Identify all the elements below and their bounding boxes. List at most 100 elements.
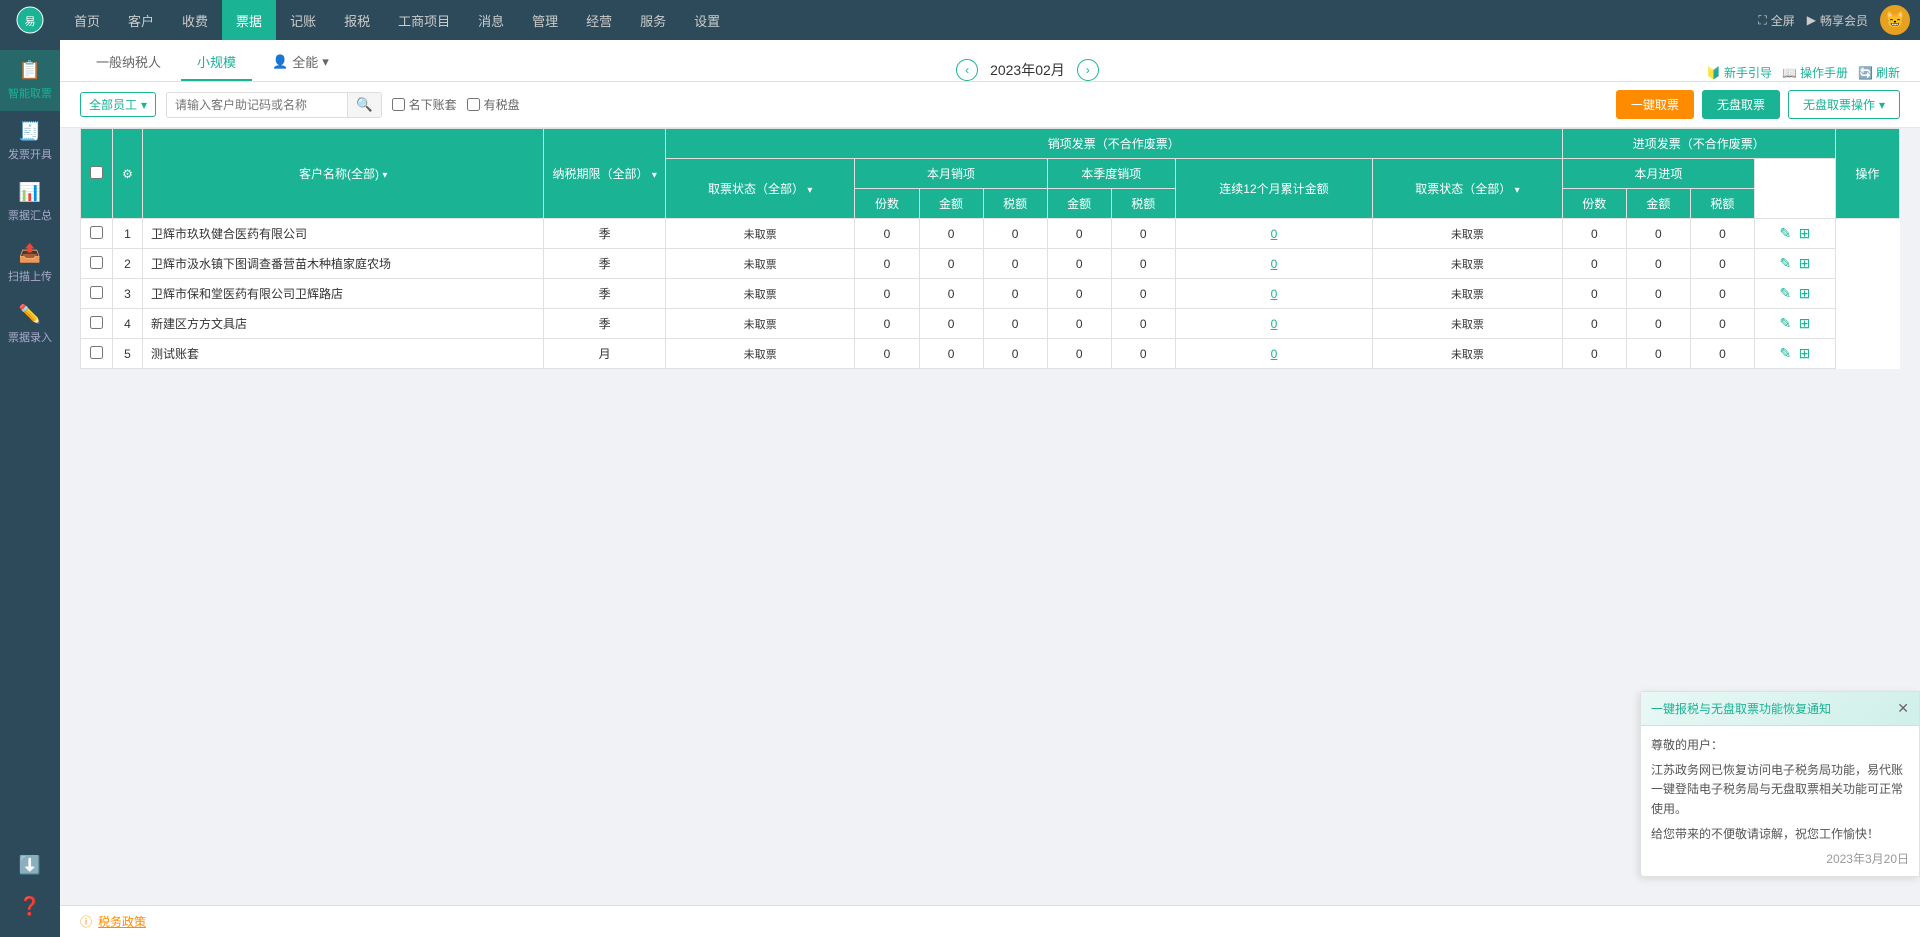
invoice-table: ⚙ 客户名称(全部) ▾ 纳税期限（全部） ▾ 销项发票（不合作废票） 进项发票…	[80, 128, 1900, 369]
nav-manage[interactable]: 管理	[518, 0, 572, 40]
next-period-button[interactable]: ›	[1077, 59, 1099, 81]
prev-period-button[interactable]: ‹	[956, 59, 978, 81]
nav-operation[interactable]: 经营	[572, 0, 626, 40]
member-button[interactable]: ▶ 畅享会员	[1807, 12, 1868, 29]
one-click-ticket-button[interactable]: 一键取票	[1616, 90, 1694, 119]
th-take-status-purchase-label: 取票状态（全部）	[1415, 182, 1511, 196]
tax-policy-link[interactable]: 税务政策	[98, 913, 146, 930]
row-checkbox[interactable]	[81, 339, 113, 369]
row-checkbox[interactable]	[81, 309, 113, 339]
edit-icon[interactable]: ✎	[1779, 315, 1791, 331]
employee-filter[interactable]: 全部员工 ▾	[80, 92, 156, 117]
row-customer: 新建区方方文具店	[143, 309, 544, 339]
member-label: 畅享会员	[1820, 12, 1868, 29]
sidebar-item-ticket-entry[interactable]: ✏️ 票据录入	[0, 294, 60, 355]
filter-row: 全部员工 ▾ 🔍 名下账套 有税盘 一键取票 无盘取票 无盘取票操作 ▾	[60, 82, 1920, 128]
open-invoice-icon: 🧾	[19, 121, 41, 142]
row-qs-tax: 0	[1111, 339, 1175, 369]
row-ms-amount: 0	[919, 279, 983, 309]
nav-invoice[interactable]: 票据	[222, 0, 276, 40]
nav-billing[interactable]: 收费	[168, 0, 222, 40]
edit-icon[interactable]: ✎	[1779, 345, 1791, 361]
row-mp-tax: 0	[1690, 309, 1754, 339]
view-icon[interactable]: ⊞	[1799, 225, 1811, 241]
has-tax-disk-filter[interactable]: 有税盘	[467, 96, 520, 113]
refresh-label: 刷新	[1876, 64, 1900, 81]
view-icon[interactable]: ⊞	[1799, 255, 1811, 271]
nav-tax[interactable]: 报税	[330, 0, 384, 40]
new-guide-button[interactable]: 🔰 新手引导	[1706, 64, 1772, 81]
edit-icon[interactable]: ✎	[1779, 285, 1791, 301]
th-qs-amount: 金额	[1047, 189, 1111, 219]
th-settings: ⚙	[113, 129, 143, 219]
search-button[interactable]: 🔍	[347, 93, 381, 117]
row-mp-tax: 0	[1690, 339, 1754, 369]
view-icon[interactable]: ⊞	[1799, 315, 1811, 331]
no-disk-ops-button[interactable]: 无盘取票操作 ▾	[1788, 90, 1900, 119]
settings-icon[interactable]: ⚙	[122, 167, 133, 181]
nav-settings[interactable]: 设置	[680, 0, 734, 40]
tab-small-scale[interactable]: 小规模	[181, 44, 252, 81]
user-avatar[interactable]: 😸	[1880, 5, 1910, 35]
edit-icon[interactable]: ✎	[1779, 225, 1791, 241]
sidebar-item-smart-ticket[interactable]: 📋 智能取票	[0, 50, 60, 111]
view-icon[interactable]: ⊞	[1799, 345, 1811, 361]
nav-bookkeeping[interactable]: 记账	[276, 0, 330, 40]
filter-icon-4: ▾	[1515, 185, 1520, 196]
left-sidebar: 📋 智能取票 🧾 发票开具 📊 票据汇总 📤 扫描上传 ✏️ 票据录入 ⬇️ ❓	[0, 40, 60, 937]
has-tax-disk-label: 有税盘	[484, 96, 520, 113]
row-take-status-sales: 未取票	[665, 279, 855, 309]
my-accounts-filter[interactable]: 名下账套	[392, 96, 457, 113]
row-qs-amount: 0	[1047, 279, 1111, 309]
tab-general-taxpayer[interactable]: 一般纳税人	[80, 44, 177, 81]
scan-icon: 📤	[19, 243, 41, 264]
row-mp-tax: 0	[1690, 249, 1754, 279]
row-ms-count: 0	[855, 249, 919, 279]
period-navigation: ‹ 2023年02月 ›	[349, 59, 1706, 81]
person-icon: 👤	[272, 54, 288, 70]
fullscreen-button[interactable]: ⛶ 全屏	[1758, 12, 1794, 29]
th-12month: 连续12个月累计金额	[1175, 159, 1372, 219]
close-notification-button[interactable]: ✕	[1897, 700, 1909, 717]
row-take-status-sales: 未取票	[665, 309, 855, 339]
svg-text:易: 易	[25, 15, 36, 28]
row-checkbox[interactable]	[81, 219, 113, 249]
refresh-button[interactable]: 🔄 刷新	[1858, 64, 1900, 81]
row-action: ✎ ⊞	[1754, 249, 1835, 279]
book-icon: 📖	[1782, 66, 1797, 80]
row-no: 5	[113, 339, 143, 369]
row-take-status-sales: 未取票	[665, 249, 855, 279]
view-icon[interactable]: ⊞	[1799, 285, 1811, 301]
row-take-status-purchase: 未取票	[1373, 309, 1563, 339]
nav-home[interactable]: 首页	[60, 0, 114, 40]
no-disk-ticket-button[interactable]: 无盘取票	[1702, 90, 1780, 119]
sidebar-item-download[interactable]: ⬇️	[19, 845, 41, 886]
sidebar-item-open-invoice[interactable]: 🧾 发票开具	[0, 111, 60, 172]
notification-title: 一键报税与无盘取票功能恢复通知	[1651, 700, 1831, 717]
nav-message[interactable]: 消息	[464, 0, 518, 40]
nav-customer[interactable]: 客户	[114, 0, 168, 40]
my-accounts-checkbox[interactable]	[392, 98, 405, 111]
sidebar-item-scan-upload[interactable]: 📤 扫描上传	[0, 233, 60, 294]
select-all-checkbox[interactable]	[90, 166, 103, 179]
sidebar-item-summary[interactable]: 📊 票据汇总	[0, 172, 60, 233]
help-icon: ❓	[19, 896, 41, 917]
row-mp-count: 0	[1562, 249, 1626, 279]
customer-search-input[interactable]	[167, 94, 347, 116]
nav-business[interactable]: 工商项目	[384, 0, 464, 40]
row-checkbox[interactable]	[81, 279, 113, 309]
sidebar-label-4: 票据录入	[8, 329, 52, 345]
row-ms-count: 0	[855, 279, 919, 309]
has-tax-disk-checkbox[interactable]	[467, 98, 480, 111]
row-ms-count: 0	[855, 339, 919, 369]
row-cumulative-12m: 0	[1175, 249, 1372, 279]
tab-all[interactable]: 👤 全能 ▾	[256, 44, 345, 81]
edit-icon[interactable]: ✎	[1779, 255, 1791, 271]
sidebar-item-help[interactable]: ❓	[19, 886, 41, 927]
row-checkbox[interactable]	[81, 249, 113, 279]
th-monthly-purchase: 本月进项	[1562, 159, 1754, 189]
manual-button[interactable]: 📖 操作手册	[1782, 64, 1848, 81]
th-mp-tax: 税额	[1690, 189, 1754, 219]
row-qs-tax: 0	[1111, 249, 1175, 279]
nav-service[interactable]: 服务	[626, 0, 680, 40]
